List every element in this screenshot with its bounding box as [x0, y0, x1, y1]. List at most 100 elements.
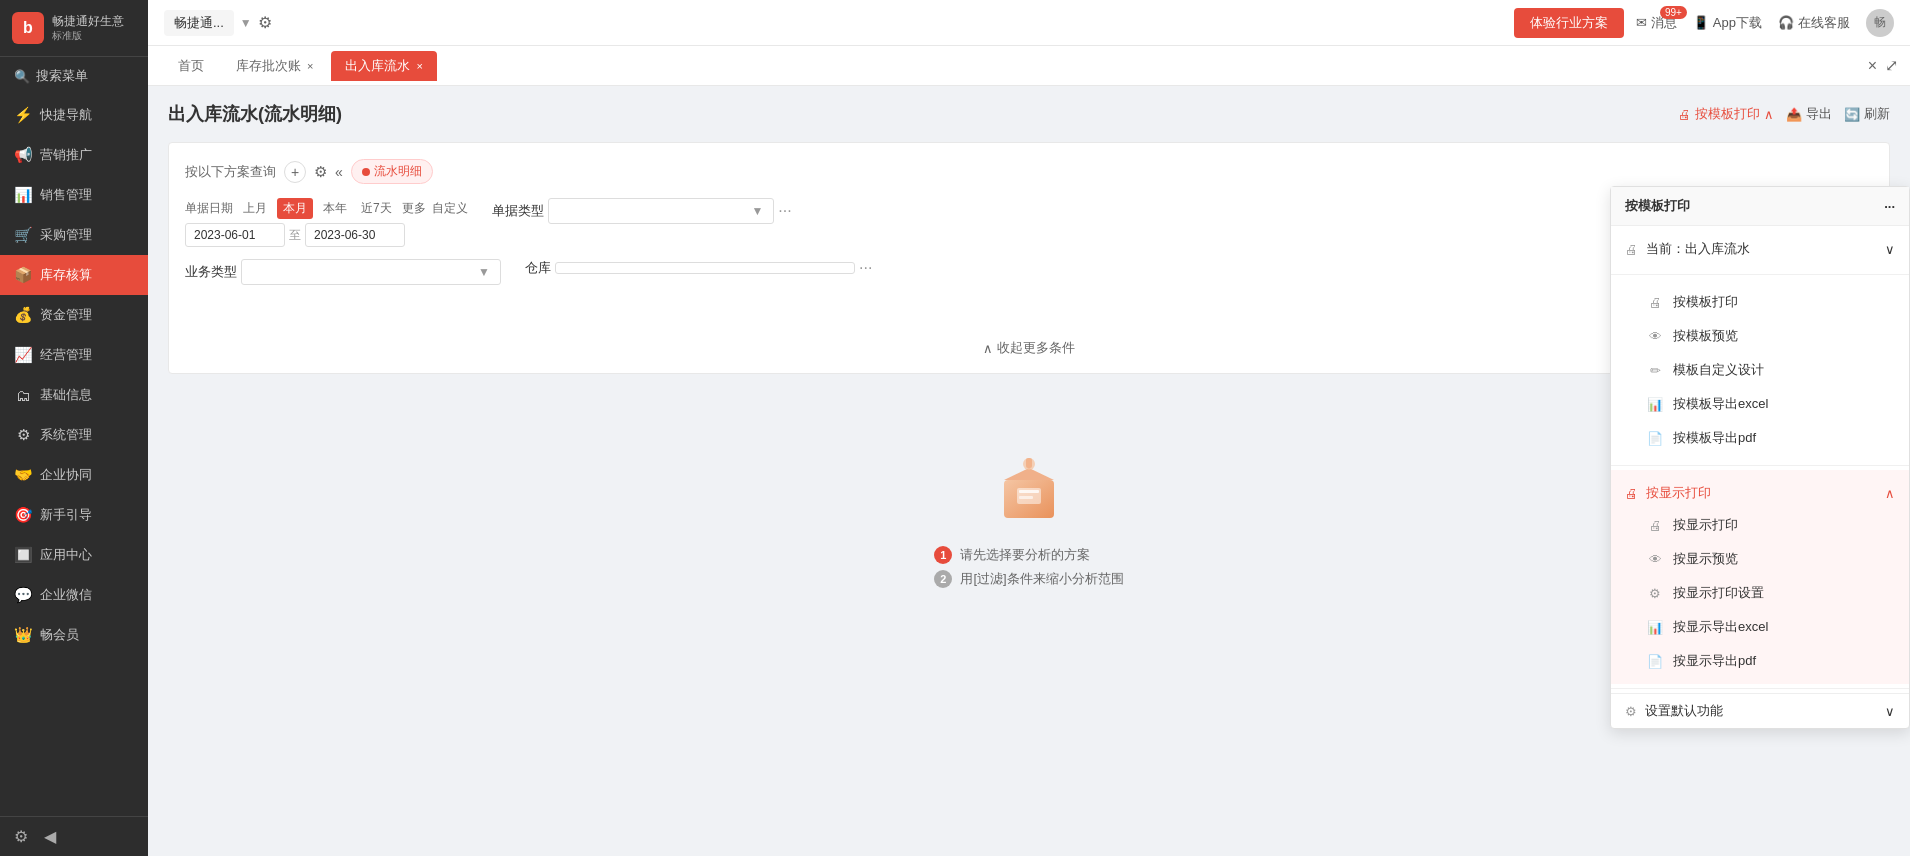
- refresh-icon: 🔄: [1844, 107, 1860, 122]
- search-menu[interactable]: 🔍 搜索菜单: [0, 57, 148, 95]
- sidebar-item-operations[interactable]: 📈 经营管理: [0, 335, 148, 375]
- date-from-input[interactable]: [185, 223, 285, 247]
- display-print-item[interactable]: 🖨 按显示打印: [1611, 508, 1909, 542]
- export-label: 导出: [1806, 105, 1832, 123]
- display-preview-item[interactable]: 👁 按显示预览: [1611, 542, 1909, 576]
- date-shortcut-this-month[interactable]: 本月: [277, 198, 313, 219]
- tab-batch-account[interactable]: 库存批次账 ×: [222, 51, 327, 81]
- template-print-item[interactable]: 🖨 按模板打印: [1611, 285, 1909, 319]
- warehouse-field: 仓库 ···: [525, 259, 872, 277]
- warehouse-select[interactable]: [555, 262, 855, 274]
- template-export-excel-label: 按模板导出excel: [1673, 395, 1768, 413]
- sidebar-item-finance[interactable]: 💰 资金管理: [0, 295, 148, 335]
- template-preview-item[interactable]: 👁 按模板预览: [1611, 319, 1909, 353]
- doc-type-select[interactable]: ▼: [548, 198, 775, 224]
- template-preview-icon: 👁: [1647, 328, 1663, 344]
- tabs-close-icon[interactable]: ×: [1868, 57, 1877, 75]
- avatar[interactable]: 畅: [1866, 9, 1894, 37]
- sidebar-item-label: 企业协同: [40, 466, 92, 484]
- tab-home[interactable]: 首页: [164, 51, 218, 81]
- download-icon: 📱: [1693, 15, 1709, 30]
- tabs-bar-right: × ⤢: [1868, 56, 1898, 75]
- date-to-input[interactable]: [305, 223, 405, 247]
- display-section-header[interactable]: 🖨 按显示打印 ∧: [1611, 476, 1909, 508]
- tab-flow-close[interactable]: ×: [416, 60, 422, 72]
- template-export-pdf-item[interactable]: 📄 按模板导出pdf: [1611, 421, 1909, 455]
- sidebar-item-base[interactable]: 🗂 基础信息: [0, 375, 148, 415]
- display-export-excel-item[interactable]: 📊 按显示导出excel: [1611, 610, 1909, 644]
- tab-flow[interactable]: 出入库流水 ×: [331, 51, 436, 81]
- template-custom-item[interactable]: ✏ 模板自定义设计: [1611, 353, 1909, 387]
- step-1-label: 请先选择要分析的方案: [960, 546, 1090, 564]
- tab-flow-label: 出入库流水: [345, 57, 410, 75]
- sidebar-item-system[interactable]: ⚙ 系统管理: [0, 415, 148, 455]
- header-gear-icon[interactable]: ⚙: [258, 13, 272, 32]
- trial-button[interactable]: 体验行业方案: [1514, 8, 1624, 38]
- biz-type-select[interactable]: ▼: [241, 259, 501, 285]
- sidebar-item-enterprise[interactable]: 🤝 企业协同: [0, 455, 148, 495]
- operations-icon: 📈: [14, 346, 32, 364]
- warehouse-more-icon[interactable]: ···: [859, 259, 872, 277]
- sidebar-item-label: 采购管理: [40, 226, 92, 244]
- display-collapse-icon: ∧: [1885, 486, 1895, 501]
- sidebar-item-member[interactable]: 👑 畅会员: [0, 615, 148, 655]
- filter-title: 按以下方案查询: [185, 163, 276, 181]
- sidebar-item-quick-nav[interactable]: ⚡ 快捷导航: [0, 95, 148, 135]
- app-download-button[interactable]: 📱 App下载: [1693, 14, 1762, 32]
- sidebar-item-purchase[interactable]: 🛒 采购管理: [0, 215, 148, 255]
- filter-collapse-icon[interactable]: «: [335, 164, 343, 180]
- display-settings-item[interactable]: ⚙ 按显示打印设置: [1611, 576, 1909, 610]
- date-range-field: 单据日期 上月 本月 本年 近7天 更多 自定义 至: [185, 198, 468, 247]
- page-title: 出入库流水(流水明细): [168, 102, 342, 126]
- collapse-more-button[interactable]: ∧ 收起更多条件: [983, 339, 1075, 357]
- sales-icon: 📊: [14, 186, 32, 204]
- filter-settings-icon[interactable]: ⚙: [314, 163, 327, 181]
- collapse-sidebar-icon[interactable]: ◀: [44, 827, 56, 846]
- print-button[interactable]: 🖨 按模板打印 ∧: [1678, 105, 1774, 123]
- service-icon: 🎧: [1778, 15, 1794, 30]
- display-export-excel-icon: 📊: [1647, 619, 1663, 635]
- template-export-excel-item[interactable]: 📊 按模板导出excel: [1611, 387, 1909, 421]
- dropdown-current-header[interactable]: 🖨 当前：出入库流水 ∨: [1611, 232, 1909, 264]
- message-button[interactable]: ✉ 消息 99+: [1636, 14, 1677, 32]
- page-actions: 🖨 按模板打印 ∧ 📤 导出 🔄 刷新: [1678, 105, 1890, 123]
- tab-batch-account-close[interactable]: ×: [307, 60, 313, 72]
- sidebar-item-label: 基础信息: [40, 386, 92, 404]
- header-user-area: 畅捷通... ▼ ⚙: [164, 10, 1502, 36]
- sidebar-item-inventory[interactable]: 📦 库存核算: [0, 255, 148, 295]
- wechat-icon: 💬: [14, 586, 32, 604]
- online-service-label: 在线客服: [1798, 14, 1850, 32]
- sidebar-item-label: 畅会员: [40, 626, 79, 644]
- sidebar-item-label: 系统管理: [40, 426, 92, 444]
- main-content: 畅捷通... ▼ ⚙ 体验行业方案 ✉ 消息 99+ 📱 App下载 🎧 在线客…: [148, 0, 1910, 856]
- online-service-button[interactable]: 🎧 在线客服: [1778, 14, 1850, 32]
- collapse-icon: ∧: [983, 341, 993, 356]
- settings-bottom-icon[interactable]: ⚙: [14, 827, 28, 846]
- sidebar-item-guide[interactable]: 🎯 新手引导: [0, 495, 148, 535]
- date-shortcut-prev-month[interactable]: 上月: [239, 198, 271, 219]
- sidebar-item-apps[interactable]: 🔲 应用中心: [0, 535, 148, 575]
- top-header: 畅捷通... ▼ ⚙ 体验行业方案 ✉ 消息 99+ 📱 App下载 🎧 在线客…: [148, 0, 1910, 46]
- date-more-button[interactable]: 更多: [402, 200, 426, 217]
- default-func-item[interactable]: ⚙ 设置默认功能 ∨: [1611, 693, 1909, 728]
- date-custom-button[interactable]: 自定义: [432, 200, 468, 217]
- tabs-fullscreen-icon[interactable]: ⤢: [1885, 56, 1898, 75]
- svg-rect-3: [1019, 490, 1039, 493]
- export-button[interactable]: 📤 导出: [1786, 105, 1832, 123]
- sidebar-item-sales[interactable]: 📊 销售管理: [0, 175, 148, 215]
- sidebar-item-wechat[interactable]: 💬 企业微信: [0, 575, 148, 615]
- refresh-button[interactable]: 🔄 刷新: [1844, 105, 1890, 123]
- date-shortcut-7days[interactable]: 近7天: [357, 198, 396, 219]
- display-export-pdf-item[interactable]: 📄 按显示导出pdf: [1611, 644, 1909, 678]
- display-export-pdf-icon: 📄: [1647, 653, 1663, 669]
- sidebar-item-marketing[interactable]: 📢 营销推广: [0, 135, 148, 175]
- biz-type-label: 业务类型: [185, 263, 237, 281]
- system-icon: ⚙: [14, 426, 32, 444]
- header-dropdown-icon[interactable]: ▼: [240, 16, 252, 30]
- doc-type-more-icon[interactable]: ···: [778, 202, 791, 220]
- date-shortcut-this-year[interactable]: 本年: [319, 198, 351, 219]
- filter-tag[interactable]: 流水明细: [351, 159, 433, 184]
- filter-add-button[interactable]: +: [284, 161, 306, 183]
- dropdown-dots-icon[interactable]: ···: [1884, 199, 1895, 214]
- date-input-row: 至: [185, 223, 468, 247]
